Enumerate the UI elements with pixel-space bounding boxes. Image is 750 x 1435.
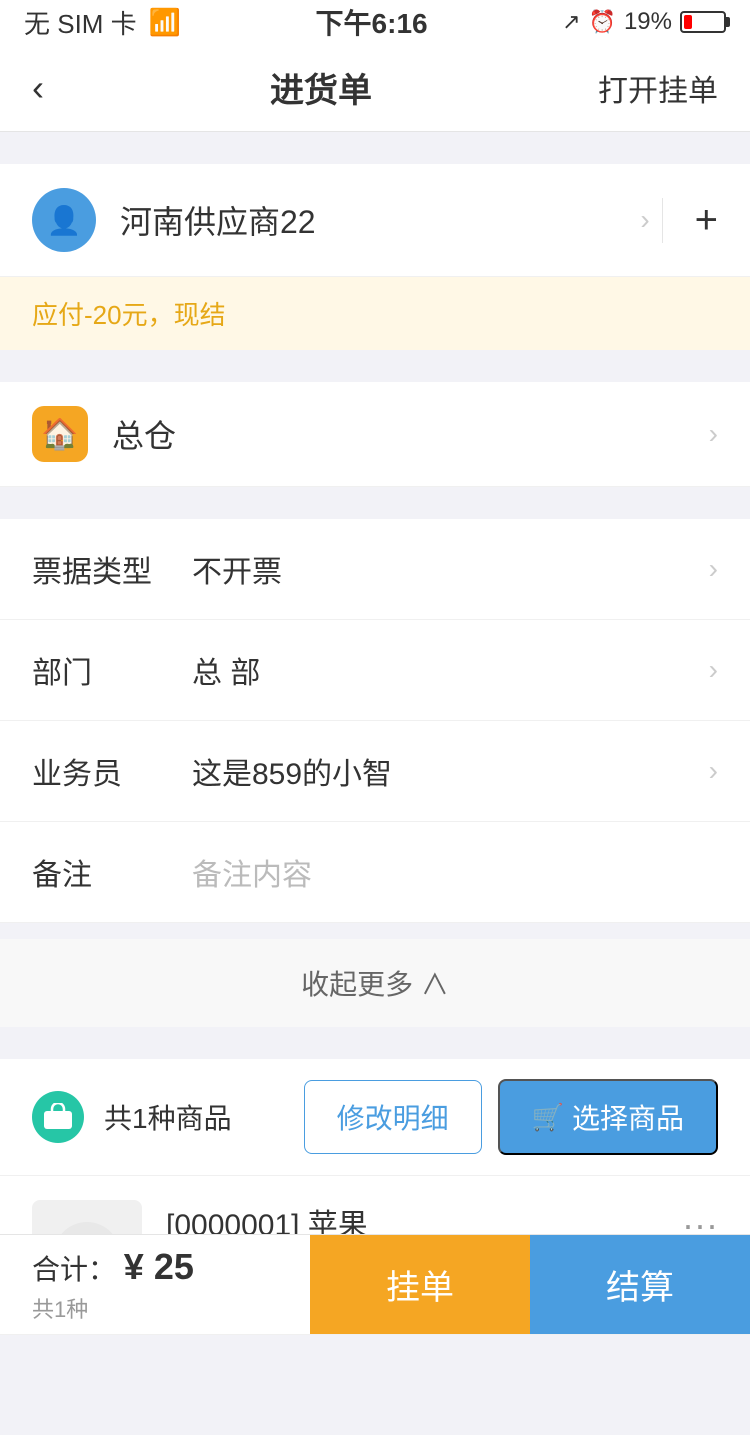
product-count-icon bbox=[32, 1091, 84, 1143]
salesman-value: 这是859的小智 bbox=[172, 749, 697, 793]
chevron-icon: › bbox=[709, 418, 718, 450]
collapse-row[interactable]: 收起更多 ∧ bbox=[0, 939, 750, 1027]
product-count-text: 共1种商品 bbox=[104, 1097, 304, 1137]
home-icon: 🏠 bbox=[41, 417, 78, 452]
chevron-icon: › bbox=[709, 755, 718, 787]
warehouse-name: 总仓 bbox=[112, 411, 697, 457]
warehouse-icon: 🏠 bbox=[32, 406, 88, 462]
form-section: 票据类型 不开票 › 部门 总 部 › 业务员 这是859的小智 › 备注 备注… bbox=[0, 519, 750, 923]
back-button[interactable]: ‹ bbox=[32, 67, 44, 109]
salesman-row[interactable]: 业务员 这是859的小智 › bbox=[0, 721, 750, 822]
supplier-avatar: 👤 bbox=[32, 188, 96, 252]
chevron-icon: › bbox=[640, 204, 649, 236]
open-pending-button[interactable]: 打开挂单 bbox=[598, 66, 718, 110]
edit-detail-button[interactable]: 修改明细 bbox=[304, 1080, 482, 1154]
ticket-type-row[interactable]: 票据类型 不开票 › bbox=[0, 519, 750, 620]
remark-placeholder: 备注内容 bbox=[172, 850, 718, 894]
battery-icon bbox=[680, 11, 726, 33]
footer-total: 合计： ¥ 25 共1种 bbox=[0, 1235, 310, 1334]
notice-text: 应付-20元，现结 bbox=[32, 300, 226, 330]
salesman-label: 业务员 bbox=[32, 749, 172, 793]
footer-count-label: 共1种 bbox=[32, 1292, 278, 1324]
warehouse-section: 🏠 总仓 › bbox=[0, 382, 750, 487]
footer: 合计： ¥ 25 共1种 挂单 结算 bbox=[0, 1234, 750, 1334]
suspend-label: 挂单 bbox=[386, 1260, 454, 1309]
nav-bar: ‹ 进货单 打开挂单 bbox=[0, 44, 750, 132]
checkout-label: 结算 bbox=[606, 1260, 674, 1309]
remark-label: 备注 bbox=[32, 850, 172, 894]
total-label: 合计： bbox=[32, 1254, 116, 1285]
wifi-icon: 📶 bbox=[149, 7, 181, 38]
status-right: ↗ ⏰ 19% bbox=[562, 8, 726, 36]
chevron-icon: › bbox=[709, 553, 718, 585]
person-icon: 👤 bbox=[47, 204, 82, 237]
collapse-label: 收起更多 ∧ bbox=[301, 969, 449, 1000]
ticket-type-value: 不开票 bbox=[172, 547, 697, 591]
department-label: 部门 bbox=[32, 648, 172, 692]
notice-bar: 应付-20元，现结 bbox=[0, 277, 750, 350]
product-header: 共1种商品 修改明细 🛒 选择商品 bbox=[0, 1059, 750, 1176]
status-left: 无 SIM 卡 📶 bbox=[24, 4, 181, 41]
select-product-button[interactable]: 🛒 选择商品 bbox=[498, 1079, 718, 1155]
cart-icon: 🛒 bbox=[532, 1102, 564, 1133]
alarm-icon: ⏰ bbox=[589, 9, 616, 35]
suspend-button[interactable]: 挂单 bbox=[310, 1235, 530, 1334]
checkout-button[interactable]: 结算 bbox=[530, 1235, 750, 1334]
warehouse-row[interactable]: 🏠 总仓 › bbox=[0, 382, 750, 487]
total-amount: ¥ 25 bbox=[124, 1246, 194, 1287]
footer-total-line1: 合计： ¥ 25 bbox=[32, 1246, 278, 1288]
status-bar: 无 SIM 卡 📶 下午6:16 ↗ ⏰ 19% bbox=[0, 0, 750, 44]
carrier-text: 无 SIM 卡 bbox=[24, 4, 137, 41]
department-value: 总 部 bbox=[172, 648, 697, 692]
chevron-icon: › bbox=[709, 654, 718, 686]
add-supplier-button[interactable]: + bbox=[662, 198, 718, 243]
supplier-row[interactable]: 👤 河南供应商22 › + bbox=[0, 164, 750, 277]
remark-row[interactable]: 备注 备注内容 bbox=[0, 822, 750, 923]
location-icon: ↗ bbox=[562, 9, 580, 35]
page-title: 进货单 bbox=[270, 63, 372, 112]
supplier-section: 👤 河南供应商22 › + 应付-20元，现结 bbox=[0, 164, 750, 350]
ticket-type-label: 票据类型 bbox=[32, 547, 172, 591]
department-row[interactable]: 部门 总 部 › bbox=[0, 620, 750, 721]
battery-percent: 19% bbox=[624, 8, 672, 36]
status-time: 下午6:16 bbox=[316, 2, 428, 42]
supplier-name: 河南供应商22 bbox=[120, 197, 628, 243]
